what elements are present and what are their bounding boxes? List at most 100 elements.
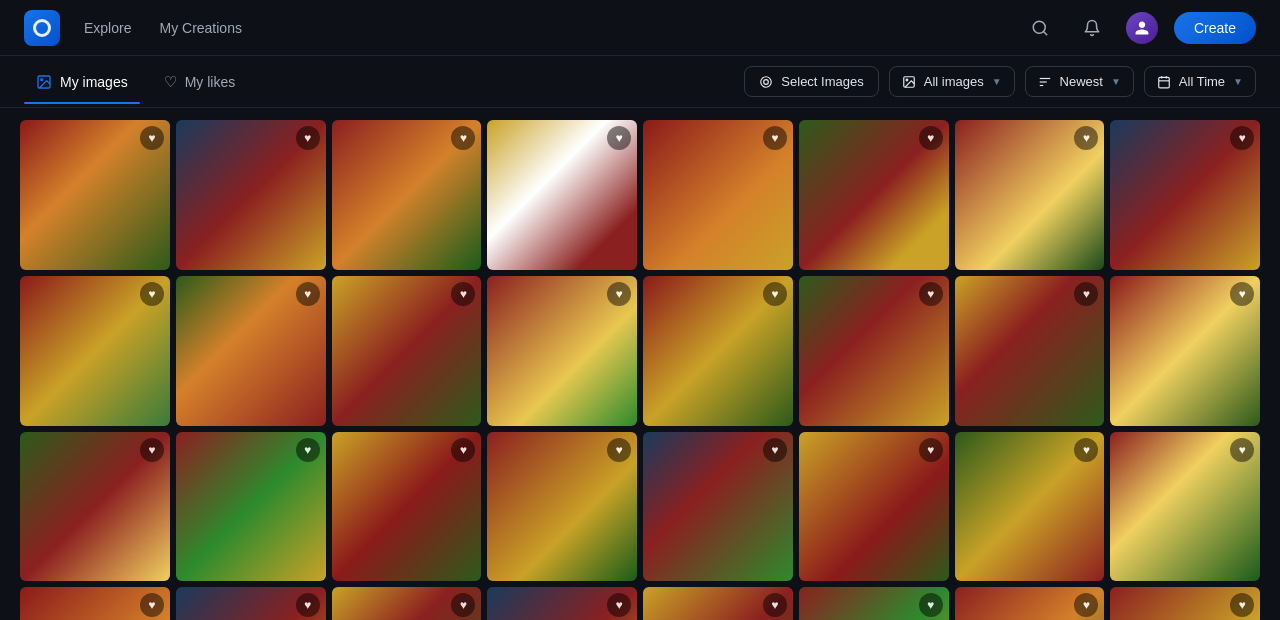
heart-button-11[interactable]: ♥ (451, 282, 475, 306)
heart-button-4[interactable]: ♥ (607, 126, 631, 150)
heart-button-16[interactable]: ♥ (1230, 282, 1254, 306)
images-filter-icon (902, 75, 916, 89)
svg-point-7 (906, 79, 908, 81)
gallery-image-8[interactable]: ♥ (1110, 120, 1260, 270)
logo-icon (33, 19, 51, 37)
header-right: Create (1022, 10, 1256, 46)
heart-button-5[interactable]: ♥ (763, 126, 787, 150)
user-icon (1134, 20, 1150, 36)
heart-button-24[interactable]: ♥ (1230, 438, 1254, 462)
heart-button-6[interactable]: ♥ (919, 126, 943, 150)
gallery-container: ♥♥♥♥♥♥♥♥♥♥♥♥♥♥♥♥♥♥♥♥♥♥♥♥♥♥♥♥♥♥♥♥♥♥♥♥♥1♥♥… (0, 108, 1280, 620)
heart-icon-tab: ♡ (164, 73, 177, 91)
heart-button-13[interactable]: ♥ (763, 282, 787, 306)
all-time-label: All Time (1179, 74, 1225, 89)
heart-button-9[interactable]: ♥ (140, 282, 164, 306)
heart-button-18[interactable]: ♥ (296, 438, 320, 462)
tab-group: My images ♡ My likes (24, 67, 724, 97)
gallery-image-25[interactable]: ♥ (20, 587, 170, 620)
heart-button-8[interactable]: ♥ (1230, 126, 1254, 150)
gallery-image-24[interactable]: ♥ (1110, 432, 1260, 582)
heart-button-19[interactable]: ♥ (451, 438, 475, 462)
gallery-image-1[interactable]: ♥ (20, 120, 170, 270)
gallery-image-19[interactable]: ♥ (332, 432, 482, 582)
heart-button-10[interactable]: ♥ (296, 282, 320, 306)
heart-button-20[interactable]: ♥ (607, 438, 631, 462)
all-images-dropdown[interactable]: All images ▼ (889, 66, 1015, 97)
heart-button-30[interactable]: ♥ (919, 593, 943, 617)
gallery-image-27[interactable]: ♥ (332, 587, 482, 620)
gallery-image-13[interactable]: ♥ (643, 276, 793, 426)
gallery-image-6[interactable]: ♥ (799, 120, 949, 270)
gallery-image-23[interactable]: ♥ (955, 432, 1105, 582)
gallery-image-4[interactable]: ♥ (487, 120, 637, 270)
gallery-image-26[interactable]: ♥ (176, 587, 326, 620)
calendar-icon (1157, 75, 1171, 89)
heart-button-2[interactable]: ♥ (296, 126, 320, 150)
nav-item-explore[interactable]: Explore (84, 20, 131, 36)
header: Explore My Creations Create (0, 0, 1280, 56)
gallery-image-30[interactable]: ♥ (799, 587, 949, 620)
newest-dropdown[interactable]: Newest ▼ (1025, 66, 1134, 97)
gallery-image-18[interactable]: ♥ (176, 432, 326, 582)
heart-button-15[interactable]: ♥ (1074, 282, 1098, 306)
search-icon (1031, 19, 1049, 37)
all-time-chevron: ▼ (1233, 76, 1243, 87)
gallery-image-15[interactable]: ♥ (955, 276, 1105, 426)
nav-item-my-creations[interactable]: My Creations (159, 20, 241, 36)
heart-button-14[interactable]: ♥ (919, 282, 943, 306)
create-button[interactable]: Create (1174, 12, 1256, 44)
heart-button-17[interactable]: ♥ (140, 438, 164, 462)
heart-button-23[interactable]: ♥ (1074, 438, 1098, 462)
gallery-image-9[interactable]: ♥ (20, 276, 170, 426)
gallery-image-31[interactable]: ♥ (955, 587, 1105, 620)
tab-my-images[interactable]: My images (24, 68, 140, 96)
svg-point-5 (764, 79, 769, 84)
all-time-dropdown[interactable]: All Time ▼ (1144, 66, 1256, 97)
logo[interactable] (24, 10, 60, 46)
svg-point-3 (41, 78, 43, 80)
gallery-image-12[interactable]: ♥ (487, 276, 637, 426)
tab-my-likes[interactable]: ♡ My likes (152, 67, 248, 97)
newest-label: Newest (1060, 74, 1103, 89)
gallery-image-11[interactable]: ♥ (332, 276, 482, 426)
images-icon (36, 74, 52, 90)
gallery-image-29[interactable]: ♥ (643, 587, 793, 620)
bell-icon (1083, 19, 1101, 37)
heart-button-21[interactable]: ♥ (763, 438, 787, 462)
select-images-button[interactable]: Select Images (744, 66, 878, 97)
heart-button-1[interactable]: ♥ (140, 126, 164, 150)
gallery-image-3[interactable]: ♥ (332, 120, 482, 270)
heart-button-25[interactable]: ♥ (140, 593, 164, 617)
heart-button-12[interactable]: ♥ (607, 282, 631, 306)
heart-button-22[interactable]: ♥ (919, 438, 943, 462)
newest-chevron: ▼ (1111, 76, 1121, 87)
gallery-image-22[interactable]: ♥ (799, 432, 949, 582)
all-images-label: All images (924, 74, 984, 89)
select-images-label: Select Images (781, 74, 863, 89)
notifications-button[interactable] (1074, 10, 1110, 46)
gallery-grid: ♥♥♥♥♥♥♥♥♥♥♥♥♥♥♥♥♥♥♥♥♥♥♥♥♥♥♥♥♥♥♥♥♥♥♥♥♥1♥♥… (20, 120, 1260, 620)
gallery-image-17[interactable]: ♥ (20, 432, 170, 582)
gallery-image-32[interactable]: ♥ (1110, 587, 1260, 620)
all-images-chevron: ▼ (992, 76, 1002, 87)
heart-button-26[interactable]: ♥ (296, 593, 320, 617)
gallery-image-2[interactable]: ♥ (176, 120, 326, 270)
filter-group: Select Images All images ▼ Newest ▼ All … (744, 66, 1256, 97)
search-button[interactable] (1022, 10, 1058, 46)
gallery-image-14[interactable]: ♥ (799, 276, 949, 426)
gallery-image-21[interactable]: ♥ (643, 432, 793, 582)
sort-icon (1038, 75, 1052, 89)
gallery-image-10[interactable]: ♥ (176, 276, 326, 426)
gallery-image-20[interactable]: ♥ (487, 432, 637, 582)
gallery-image-7[interactable]: ♥ (955, 120, 1105, 270)
gallery-image-16[interactable]: ♥ (1110, 276, 1260, 426)
user-avatar[interactable] (1126, 12, 1158, 44)
heart-button-29[interactable]: ♥ (763, 593, 787, 617)
svg-line-1 (1043, 31, 1046, 34)
gallery-image-5[interactable]: ♥ (643, 120, 793, 270)
gallery-image-28[interactable]: ♥ (487, 587, 637, 620)
svg-rect-11 (1159, 77, 1170, 88)
sub-header: My images ♡ My likes Select Images All i… (0, 56, 1280, 108)
main-nav: Explore My Creations (84, 20, 1022, 36)
